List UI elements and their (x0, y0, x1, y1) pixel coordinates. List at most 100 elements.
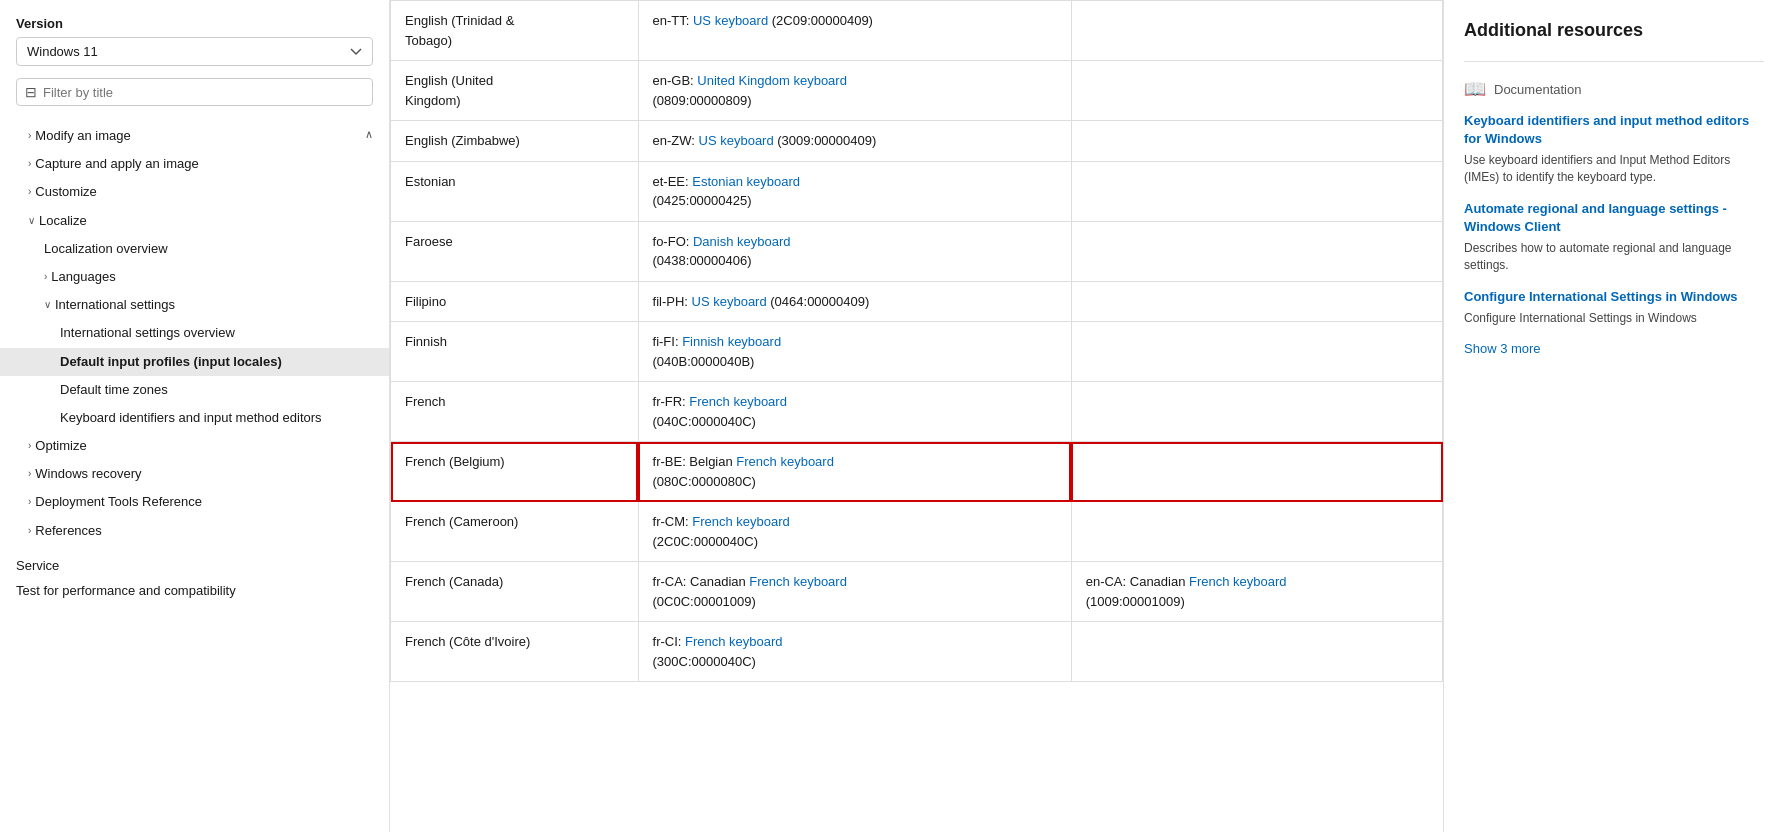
sidebar-item-intl-overview[interactable]: International settings overview (0, 319, 389, 347)
sidebar-item-label: Capture and apply an image (35, 155, 198, 173)
keyboard-link[interactable]: US keyboard (693, 13, 768, 28)
input2-cell (1071, 622, 1442, 682)
sidebar-item-capture-apply[interactable]: › Capture and apply an image (0, 150, 389, 178)
version-label: Version (0, 16, 389, 37)
filter-icon: ⊟ (25, 84, 37, 100)
sidebar-item-windows-recovery[interactable]: › Windows recovery (0, 460, 389, 488)
resource-item: Automate regional and language settings … (1464, 200, 1764, 274)
table-row: Faroesefo-FO: Danish keyboard(0438:00000… (391, 221, 1443, 281)
language-cell: French (Belgium) (391, 442, 639, 502)
keyboard-link[interactable]: French keyboard (1189, 574, 1287, 589)
input2-cell (1071, 322, 1442, 382)
chevron-icon: › (28, 524, 31, 538)
keyboard-link[interactable]: French keyboard (749, 574, 847, 589)
input1-cell: fil-PH: US keyboard (0464:00000409) (638, 281, 1071, 322)
input1-cell: fr-BE: Belgian French keyboard(080C:0000… (638, 442, 1071, 502)
chevron-icon: › (28, 157, 31, 171)
input2-cell (1071, 382, 1442, 442)
input1-cell: en-GB: United Kingdom keyboard(0809:0000… (638, 61, 1071, 121)
input1-cell: fr-CI: French keyboard(300C:0000040C) (638, 622, 1071, 682)
keyboard-link[interactable]: US keyboard (699, 133, 774, 148)
sidebar-item-default-time-zones[interactable]: Default time zones (0, 376, 389, 404)
sidebar-item-localize[interactable]: ∨ Localize (0, 207, 389, 235)
sidebar-item-label: References (35, 522, 101, 540)
input2-cell (1071, 121, 1442, 162)
chevron-icon: › (28, 185, 31, 199)
resource-desc: Describes how to automate regional and l… (1464, 240, 1764, 274)
show-more-link[interactable]: Show 3 more (1464, 341, 1764, 356)
table-row: French (Canada)fr-CA: Canadian French ke… (391, 562, 1443, 622)
sidebar-item-localization-overview[interactable]: Localization overview (0, 235, 389, 263)
sidebar-item-label: Optimize (35, 437, 86, 455)
version-select[interactable]: Windows 11 (16, 37, 373, 66)
table-row: English (Zimbabwe)en-ZW: US keyboard (30… (391, 121, 1443, 162)
language-cell: French (Côte d'Ivoire) (391, 622, 639, 682)
chevron-icon: › (28, 439, 31, 453)
keyboard-link[interactable]: US keyboard (692, 294, 767, 309)
right-panel-title: Additional resources (1464, 20, 1764, 41)
resource-item: Configure International Settings in Wind… (1464, 288, 1764, 327)
keyboard-link[interactable]: United Kingdom keyboard (697, 73, 847, 88)
main-content: English (Trinidad & Tobago)en-TT: US key… (390, 0, 1444, 832)
table-row: Filipinofil-PH: US keyboard (0464:000004… (391, 281, 1443, 322)
input2-cell (1071, 221, 1442, 281)
chevron-icon: ∨ (44, 298, 51, 312)
keyboard-link[interactable]: French keyboard (689, 394, 787, 409)
keyboard-link[interactable]: Finnish keyboard (682, 334, 781, 349)
keyboard-link[interactable]: Estonian keyboard (692, 174, 800, 189)
language-cell: Filipino (391, 281, 639, 322)
sidebar-item-default-input-profiles[interactable]: Default input profiles (input locales) (0, 348, 389, 376)
input2-cell (1071, 442, 1442, 502)
sidebar-item-label: Default input profiles (input locales) (60, 353, 282, 371)
sidebar-item-label: Default time zones (60, 381, 168, 399)
resource-link[interactable]: Automate regional and language settings … (1464, 200, 1764, 236)
input1-cell: en-TT: US keyboard (2C09:00000409) (638, 1, 1071, 61)
sidebar-item-label: Localization overview (44, 240, 168, 258)
keyboard-link[interactable]: French keyboard (692, 514, 790, 529)
sidebar-item-international-settings[interactable]: ∨ International settings (0, 291, 389, 319)
sidebar-item-label: Modify an image (35, 127, 130, 145)
sidebar-item-optimize[interactable]: › Optimize (0, 432, 389, 460)
language-cell: English (Zimbabwe) (391, 121, 639, 162)
sidebar-item-deployment-tools[interactable]: › Deployment Tools Reference (0, 488, 389, 516)
keyboard-link[interactable]: Danish keyboard (693, 234, 791, 249)
sidebar-item-keyboard-identifiers[interactable]: Keyboard identifiers and input method ed… (0, 404, 389, 432)
input1-cell: fi-FI: Finnish keyboard(040B:0000040B) (638, 322, 1071, 382)
language-cell: Finnish (391, 322, 639, 382)
sidebar-item-label: Windows recovery (35, 465, 141, 483)
sidebar: Version Windows 11 ⊟ › Modify an image ∧… (0, 0, 390, 832)
keyboard-link[interactable]: French keyboard (736, 454, 834, 469)
keyboard-link[interactable]: French keyboard (685, 634, 783, 649)
right-panel: Additional resources 📖 Documentation Key… (1444, 0, 1784, 832)
input2-cell (1071, 281, 1442, 322)
table-row: French (Cameroon)fr-CM: French keyboard(… (391, 502, 1443, 562)
filter-box: ⊟ (16, 78, 373, 106)
language-cell: French (Cameroon) (391, 502, 639, 562)
sidebar-item-test-perf[interactable]: Test for performance and compatibility (0, 578, 389, 603)
input1-cell: en-ZW: US keyboard (3009:00000409) (638, 121, 1071, 162)
language-cell: Estonian (391, 161, 639, 221)
input2-cell: en-CA: Canadian French keyboard(1009:000… (1071, 562, 1442, 622)
filter-input[interactable] (43, 85, 364, 100)
language-cell: English (Trinidad & Tobago) (391, 1, 639, 61)
resource-link[interactable]: Keyboard identifiers and input method ed… (1464, 112, 1764, 148)
resource-desc: Configure International Settings in Wind… (1464, 310, 1764, 327)
input2-cell (1071, 1, 1442, 61)
doc-section-header: 📖 Documentation (1464, 78, 1764, 100)
sidebar-item-label: Localize (39, 212, 87, 230)
input1-cell: fo-FO: Danish keyboard(0438:00000406) (638, 221, 1071, 281)
sidebar-item-references[interactable]: › References (0, 517, 389, 545)
sidebar-item-customize[interactable]: › Customize (0, 178, 389, 206)
sidebar-item-languages[interactable]: › Languages (0, 263, 389, 291)
sidebar-item-service[interactable]: Service (0, 553, 389, 578)
doc-section-label: Documentation (1494, 82, 1581, 97)
resource-desc: Use keyboard identifiers and Input Metho… (1464, 152, 1764, 186)
chevron-icon: › (28, 129, 31, 143)
table-row: Finnishfi-FI: Finnish keyboard(040B:0000… (391, 322, 1443, 382)
resource-item: Keyboard identifiers and input method ed… (1464, 112, 1764, 186)
resource-link[interactable]: Configure International Settings in Wind… (1464, 288, 1764, 306)
table-row: English (Trinidad & Tobago)en-TT: US key… (391, 1, 1443, 61)
language-cell: French (Canada) (391, 562, 639, 622)
sidebar-item-modify-image[interactable]: › Modify an image ∧ (0, 122, 389, 150)
book-icon: 📖 (1464, 78, 1486, 100)
